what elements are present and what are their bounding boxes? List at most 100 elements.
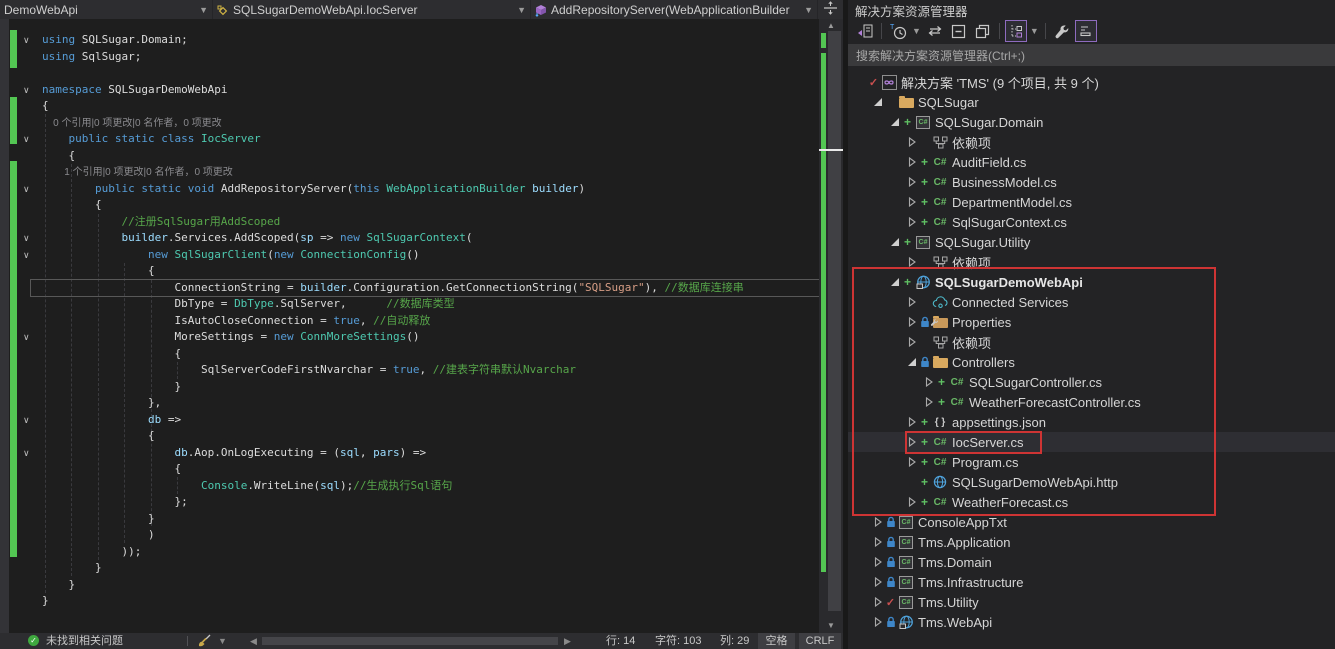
switch-views-icon[interactable] (854, 20, 876, 42)
tree-item-weatherforecast-cs[interactable]: + C# WeatherForecast.cs (848, 492, 1335, 512)
sync-with-active-document-icon[interactable] (924, 20, 946, 42)
collapsed-arrow-icon[interactable] (871, 557, 884, 567)
code-line[interactable]: { (42, 461, 744, 478)
tree-item-tms-domain[interactable]: C# Tms.Domain (848, 552, 1335, 572)
tree-item-businessmodel-cs[interactable]: + C# BusinessModel.cs (848, 172, 1335, 192)
tree-item-iocserver-cs[interactable]: + C# IocServer.cs (848, 432, 1335, 452)
code-line[interactable]: { (42, 197, 744, 214)
collapsed-arrow-icon[interactable] (905, 337, 918, 347)
tree-item-sqlsugar-utility[interactable]: + C# SQLSugar.Utility (848, 232, 1335, 252)
code-line[interactable]: SqlServerCodeFirstNvarchar = true, //建表字… (42, 362, 744, 379)
code-line[interactable]: }, (42, 395, 744, 412)
fold-collapse-icon[interactable]: ∨ (23, 415, 30, 425)
collapsed-arrow-icon[interactable] (905, 177, 918, 187)
code-line[interactable]: namespace SQLSugarDemoWebApi (42, 82, 744, 99)
code-line[interactable]: } (42, 511, 744, 528)
fold-collapse-icon[interactable]: ∨ (23, 333, 30, 342)
tree-item-controllers[interactable]: Controllers (848, 352, 1335, 372)
expanded-arrow-icon[interactable] (871, 97, 884, 107)
collapsed-arrow-icon[interactable] (871, 617, 884, 627)
code-line[interactable]: )); (42, 544, 744, 561)
problems-status[interactable]: 未找到相关问题 (46, 633, 123, 649)
code-line[interactable]: { (42, 263, 744, 280)
tree-item-sqlsugardemowebapi[interactable]: + SQLSugarDemoWebApi (848, 272, 1335, 292)
fold-collapse-icon[interactable]: ∨ (23, 85, 30, 95)
properties-wrench-icon[interactable] (1051, 20, 1073, 42)
code-line[interactable]: } (42, 379, 744, 396)
code-line[interactable]: db => (42, 412, 744, 429)
collapsed-arrow-icon[interactable] (922, 397, 935, 407)
scroll-up-icon[interactable]: ▲ (819, 21, 843, 30)
code-line[interactable]: } (42, 593, 744, 610)
hscroll-left-icon[interactable]: ◀ (250, 633, 257, 649)
char-indicator[interactable]: 字符: 103 (655, 633, 701, 649)
pending-changes-filter-icon[interactable]: T (887, 20, 909, 42)
collapsed-arrow-icon[interactable] (905, 217, 918, 227)
code-line[interactable] (42, 65, 744, 82)
code-line[interactable]: public static class IocServer (42, 131, 744, 148)
fold-collapse-icon[interactable]: ∨ (23, 234, 30, 243)
tree-item-sqlsugar-domain[interactable]: + C# SQLSugar.Domain (848, 112, 1335, 132)
tree-item-sqlsugar[interactable]: SQLSugar (848, 92, 1335, 112)
code-line[interactable]: new SqlSugarClient(new ConnectionConfig(… (42, 247, 744, 264)
code-line[interactable]: ) (42, 527, 744, 544)
code-line[interactable]: 1 个引用|0 项更改|0 名作者，0 项更改 (42, 164, 744, 181)
collapsed-arrow-icon[interactable] (871, 537, 884, 547)
fold-collapse-icon[interactable]: ∨ (23, 36, 30, 45)
collapsed-arrow-icon[interactable] (871, 577, 884, 587)
tree-item-departmentmodel-cs[interactable]: + C# DepartmentModel.cs (848, 192, 1335, 212)
hscroll-right-icon[interactable]: ▶ (564, 633, 571, 649)
fold-collapse-icon[interactable]: ∨ (23, 184, 30, 194)
code-line[interactable]: db.Aop.OnLogExecuting = (sql, pars) => (42, 445, 744, 462)
chevron-down-icon[interactable]: ▼ (218, 633, 227, 649)
code-line[interactable]: { (42, 98, 744, 115)
fold-collapse-icon[interactable]: ∨ (23, 250, 30, 260)
chevron-down-icon[interactable]: ▼ (912, 26, 921, 36)
code-line[interactable]: IsAutoCloseConnection = true, //自动释放 (42, 313, 744, 330)
type-dropdown[interactable]: SQLSugarDemoWebApi.IocServer ▼ (213, 0, 531, 19)
scrollbar-thumb[interactable] (828, 31, 841, 611)
code-area[interactable]: using SQLSugar.Domain; using SqlSugar; nam… (42, 32, 744, 610)
tree-item-sqlsugarcontext-cs[interactable]: + C# SqlSugarContext.cs (848, 212, 1335, 232)
tree-item-tms-webapi[interactable]: Tms.WebApi (848, 612, 1335, 632)
hscroll-thumb[interactable] (262, 637, 558, 645)
tree-item-consoleapptxt[interactable]: C# ConsoleAppTxt (848, 512, 1335, 532)
code-line[interactable]: } (42, 577, 744, 594)
code-line[interactable]: //注册SqlSugar用AddScoped (42, 214, 744, 231)
tree-item-properties[interactable]: Properties (848, 312, 1335, 332)
code-line[interactable]: public static void AddRepositoryServer(t… (42, 181, 744, 198)
collapse-all-icon[interactable] (948, 20, 970, 42)
project-dropdown[interactable]: DemoWebApi ▼ (0, 0, 213, 19)
tree-item-appsettings-json[interactable]: + { } appsettings.json (848, 412, 1335, 432)
tree-item-weatherforecastcontroller-cs[interactable]: + C# WeatherForecastController.cs (848, 392, 1335, 412)
code-line[interactable]: { (42, 148, 744, 165)
tree-item-program-cs[interactable]: + C# Program.cs (848, 452, 1335, 472)
code-line[interactable]: using SqlSugar; (42, 49, 744, 66)
tree-item--tms-9-9-[interactable]: ✓ 解决方案 'TMS' (9 个项目, 共 9 个) (848, 72, 1335, 92)
tree-item-connected-services[interactable]: Connected Services (848, 292, 1335, 312)
code-line[interactable]: } (42, 560, 744, 577)
code-line[interactable]: using SQLSugar.Domain; (42, 32, 744, 49)
collapsed-arrow-icon[interactable] (905, 197, 918, 207)
fold-collapse-icon[interactable]: ∨ (23, 448, 30, 458)
tree-item-tms-infrastructure[interactable]: C# Tms.Infrastructure (848, 572, 1335, 592)
collapsed-arrow-icon[interactable] (871, 517, 884, 527)
tree-item-sqlsugarcontroller-cs[interactable]: + C# SQLSugarController.cs (848, 372, 1335, 392)
code-line[interactable]: { (42, 346, 744, 363)
tree-item--[interactable]: 依赖项 (848, 332, 1335, 352)
collapsed-arrow-icon[interactable] (905, 157, 918, 167)
tree-item-auditfield-cs[interactable]: + C# AuditField.cs (848, 152, 1335, 172)
vertical-scrollbar[interactable]: ▲ ▼ (819, 19, 843, 633)
code-line[interactable]: { (42, 428, 744, 445)
expanded-arrow-icon[interactable] (905, 357, 918, 367)
horizontal-scrollbar[interactable] (262, 637, 558, 645)
code-line[interactable]: ConnectionString = builder.Configuration… (42, 280, 743, 297)
collapsed-arrow-icon[interactable] (905, 457, 918, 467)
code-line[interactable]: MoreSettings = new ConnMoreSettings() (42, 329, 744, 346)
code-line[interactable]: Console.WriteLine(sql);//生成执行Sql语句 (42, 478, 744, 495)
collapsed-arrow-icon[interactable] (871, 597, 884, 607)
indent-mode[interactable]: 空格 (758, 633, 795, 649)
code-cleanup-broom-icon[interactable] (198, 634, 212, 649)
collapsed-arrow-icon[interactable] (905, 257, 918, 267)
code-line[interactable]: builder.Services.AddScoped(sp => new Sql… (42, 230, 744, 247)
